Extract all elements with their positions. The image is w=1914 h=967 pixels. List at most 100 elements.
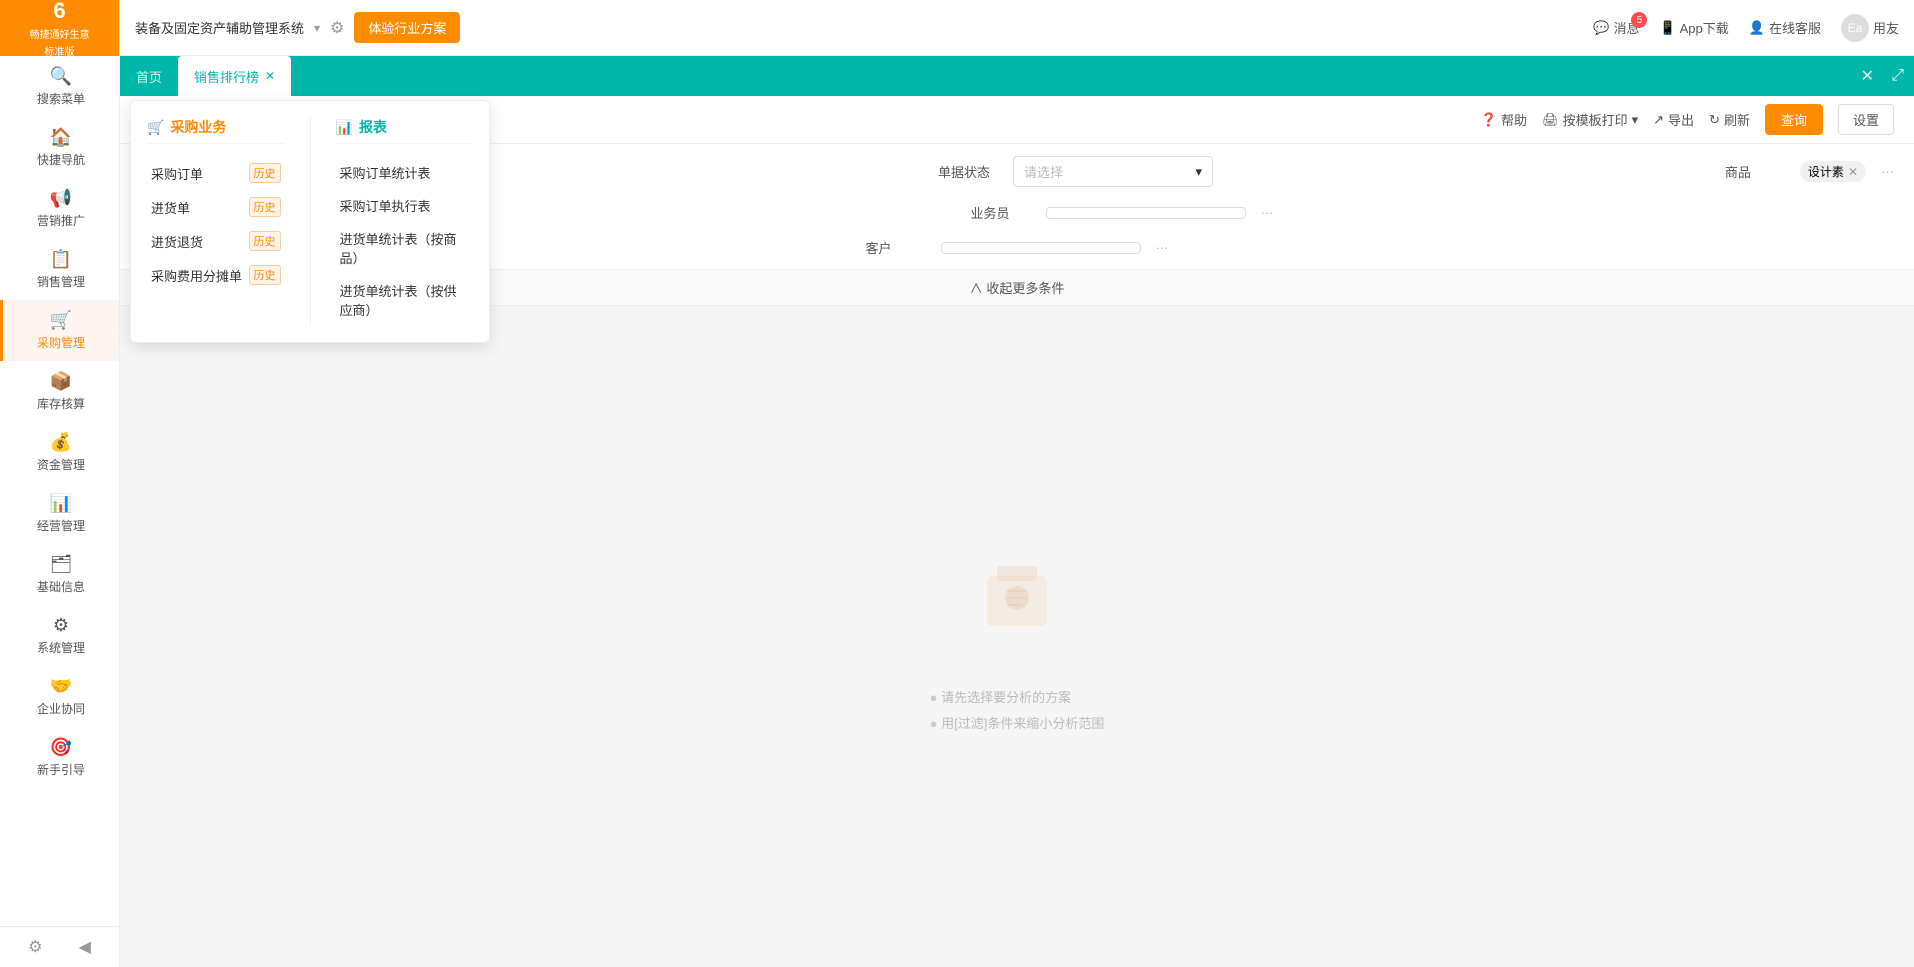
dropdown-item-return[interactable]: 进货退货 历史 — [147, 224, 285, 258]
handshake-icon: 🤝 — [50, 676, 72, 697]
print-icon: 🖨 — [1542, 112, 1559, 128]
logo-name: 畅捷通好生意 — [30, 26, 90, 41]
goods-tag-remove[interactable]: ✕ — [1848, 165, 1858, 179]
money-icon: 💰 — [50, 432, 72, 453]
system-name: 装备及固定资产辅助管理系统 — [135, 18, 304, 37]
refresh-btn[interactable]: ↻ 刷新 — [1709, 110, 1750, 129]
goods-label: 商品 — [1725, 162, 1785, 181]
phone-icon: 📱 — [1659, 20, 1675, 36]
dropdown-item-incoming-goods-stat[interactable]: 进货单统计表（按商品） — [336, 222, 474, 274]
help-btn[interactable]: ❓ 帮助 — [1481, 110, 1527, 129]
collapse-label: 收起更多条件 — [986, 281, 1064, 296]
sidebar-item-label: 营销推广 — [37, 212, 85, 229]
purchase-dropdown-menu: 🛒 采购业务 采购订单 历史 进货单 历史 进货退货 历史 采购费用分摊单 历史… — [130, 100, 490, 343]
order-exec-label: 采购订单执行表 — [340, 196, 431, 215]
export-btn[interactable]: ↗ 导出 — [1653, 110, 1694, 129]
sidebar-item-label: 系统管理 — [37, 639, 85, 656]
sidebar-item-purchase[interactable]: 🛒 采购管理 — [0, 300, 119, 361]
sidebar-item-guide[interactable]: 🎯 新手引导 — [0, 727, 119, 788]
sidebar-item-sales[interactable]: 📋 销售管理 — [0, 239, 119, 300]
logo: 6 畅捷通好生意 标准版 — [0, 0, 119, 56]
header-gear-icon[interactable]: ⚙ — [330, 18, 344, 38]
sidebar-item-marketing[interactable]: 📢 营销推广 — [0, 178, 119, 239]
print-btn[interactable]: 🖨 按模板打印 ▾ — [1542, 110, 1638, 129]
sidebar-item-enterprise[interactable]: 🤝 企业协同 — [0, 666, 119, 727]
online-service-label: 在线客服 — [1769, 18, 1821, 37]
query-btn[interactable]: 查询 — [1765, 104, 1823, 135]
tab-home-label: 首页 — [136, 67, 162, 86]
tab-bar-expand-icon[interactable]: ⤢ — [1891, 67, 1904, 85]
help-label: 帮助 — [1501, 110, 1527, 129]
sidebar-item-search[interactable]: 🔍 搜索菜单 — [0, 56, 119, 117]
sidebar-item-label: 快捷导航 — [37, 151, 85, 168]
sidebar-item-basic[interactable]: 🗂 基础信息 — [0, 544, 119, 605]
history-badge-4: 历史 — [249, 265, 281, 285]
user-label: 用友 — [1873, 18, 1899, 37]
dropdown-item-order-exec[interactable]: 采购订单执行表 — [336, 189, 474, 222]
purchase-col-label: 采购业务 — [170, 117, 226, 137]
tab-sales-rank[interactable]: 销售排行榜 ✕ — [178, 56, 291, 96]
sidebar-collapse-icon[interactable]: ◀ — [79, 937, 91, 957]
return-label: 进货退货 — [151, 232, 203, 251]
goods-tag-value: 设计素 — [1808, 163, 1844, 180]
sidebar-item-operation[interactable]: 📊 经营管理 — [0, 483, 119, 544]
goods-more-dots[interactable]: ··· — [1881, 164, 1894, 179]
sidebar-item-label: 经营管理 — [37, 517, 85, 534]
tab-close-icon[interactable]: ✕ — [265, 69, 275, 83]
guide-icon: 🎯 — [50, 737, 72, 758]
export-label: 导出 — [1668, 110, 1694, 129]
salesman-more-dots[interactable]: ··· — [1261, 205, 1274, 220]
sidebar-item-system[interactable]: ⚙ 系统管理 — [0, 605, 119, 666]
sidebar-item-finance[interactable]: 💰 资金管理 — [0, 422, 119, 483]
empty-state: 请先选择要分析的方案 用[过滤]条件来缩小分析范围 — [120, 306, 1914, 967]
header-left: 装备及固定资产辅助管理系统 ▾ ⚙ 体验行业方案 — [135, 12, 460, 43]
customer-select[interactable] — [941, 242, 1141, 254]
header-dropdown-icon[interactable]: ▾ — [314, 21, 320, 35]
dropdown-item-incoming[interactable]: 进货单 历史 — [147, 190, 285, 224]
report-col: 📊 报表 采购订单统计表 采购订单执行表 进货单统计表（按商品） 进货单统计表（… — [336, 117, 474, 326]
salesman-select[interactable] — [1046, 207, 1246, 219]
sidebar: 6 畅捷通好生意 标准版 🔍 搜索菜单 🏠 快捷导航 📢 营销推广 📋 销售管理… — [0, 0, 120, 967]
sidebar-item-quick-nav[interactable]: 🏠 快捷导航 — [0, 117, 119, 178]
empty-tip-1: 请先选择要分析的方案 — [930, 685, 1105, 711]
home-icon: 🏠 — [50, 127, 72, 148]
top-header: 装备及固定资产辅助管理系统 ▾ ⚙ 体验行业方案 💬 5 消息 📱 App下载 … — [120, 0, 1914, 56]
sidebar-item-label: 库存核算 — [37, 395, 85, 412]
app-download-item[interactable]: 📱 App下载 — [1659, 18, 1728, 37]
online-service-item[interactable]: 👤 在线客服 — [1749, 18, 1821, 37]
tab-sales-rank-label: 销售排行榜 — [194, 67, 259, 86]
order-stat-label: 采购订单统计表 — [340, 163, 431, 182]
tab-home[interactable]: 首页 — [120, 56, 178, 96]
sidebar-item-label: 搜索菜单 — [37, 90, 85, 107]
message-item[interactable]: 💬 5 消息 — [1593, 18, 1639, 37]
incoming-goods-stat-label: 进货单统计表（按商品） — [340, 229, 470, 267]
expense-label: 采购费用分摊单 — [151, 266, 242, 285]
tab-bar-close-icon[interactable]: ✕ — [1861, 66, 1874, 86]
dropdown-item-order-stat[interactable]: 采购订单统计表 — [336, 156, 474, 189]
sidebar-settings-icon[interactable]: ⚙ — [28, 937, 42, 957]
cart-icon: 🛒 — [50, 310, 72, 331]
megaphone-icon: 📢 — [50, 188, 72, 209]
sidebar-item-inventory[interactable]: 📦 库存核算 — [0, 361, 119, 422]
report-col-label: 报表 — [359, 117, 387, 137]
report-col-title: 📊 报表 — [336, 117, 474, 144]
settings-btn[interactable]: 设置 — [1838, 104, 1894, 135]
message-icon: 💬 — [1593, 20, 1609, 36]
doc-status-select[interactable]: 请选择 ▾ — [1013, 156, 1213, 187]
sidebar-item-label: 企业协同 — [37, 700, 85, 717]
sidebar-bottom: ⚙ ◀ — [0, 926, 119, 967]
service-icon: 👤 — [1749, 20, 1765, 36]
customer-more-dots[interactable]: ··· — [1156, 240, 1169, 255]
sidebar-item-label: 资金管理 — [37, 456, 85, 473]
industry-btn[interactable]: 体验行业方案 — [354, 12, 460, 43]
gear-icon: ⚙ — [53, 615, 69, 636]
doc-status-label: 单据状态 — [938, 162, 998, 181]
dropdown-item-incoming-supplier-stat[interactable]: 进货单统计表（按供应商） — [336, 274, 474, 326]
purchase-col-title: 🛒 采购业务 — [147, 117, 285, 144]
user-item[interactable]: Ea 用友 — [1841, 14, 1899, 42]
purchase-col: 🛒 采购业务 采购订单 历史 进货单 历史 进货退货 历史 采购费用分摊单 历史 — [147, 117, 285, 326]
dropdown-item-expense[interactable]: 采购费用分摊单 历史 — [147, 258, 285, 292]
dropdown-item-purchase-order[interactable]: 采购订单 历史 — [147, 156, 285, 190]
avatar: Ea — [1841, 14, 1869, 42]
history-badge-2: 历史 — [249, 197, 281, 217]
